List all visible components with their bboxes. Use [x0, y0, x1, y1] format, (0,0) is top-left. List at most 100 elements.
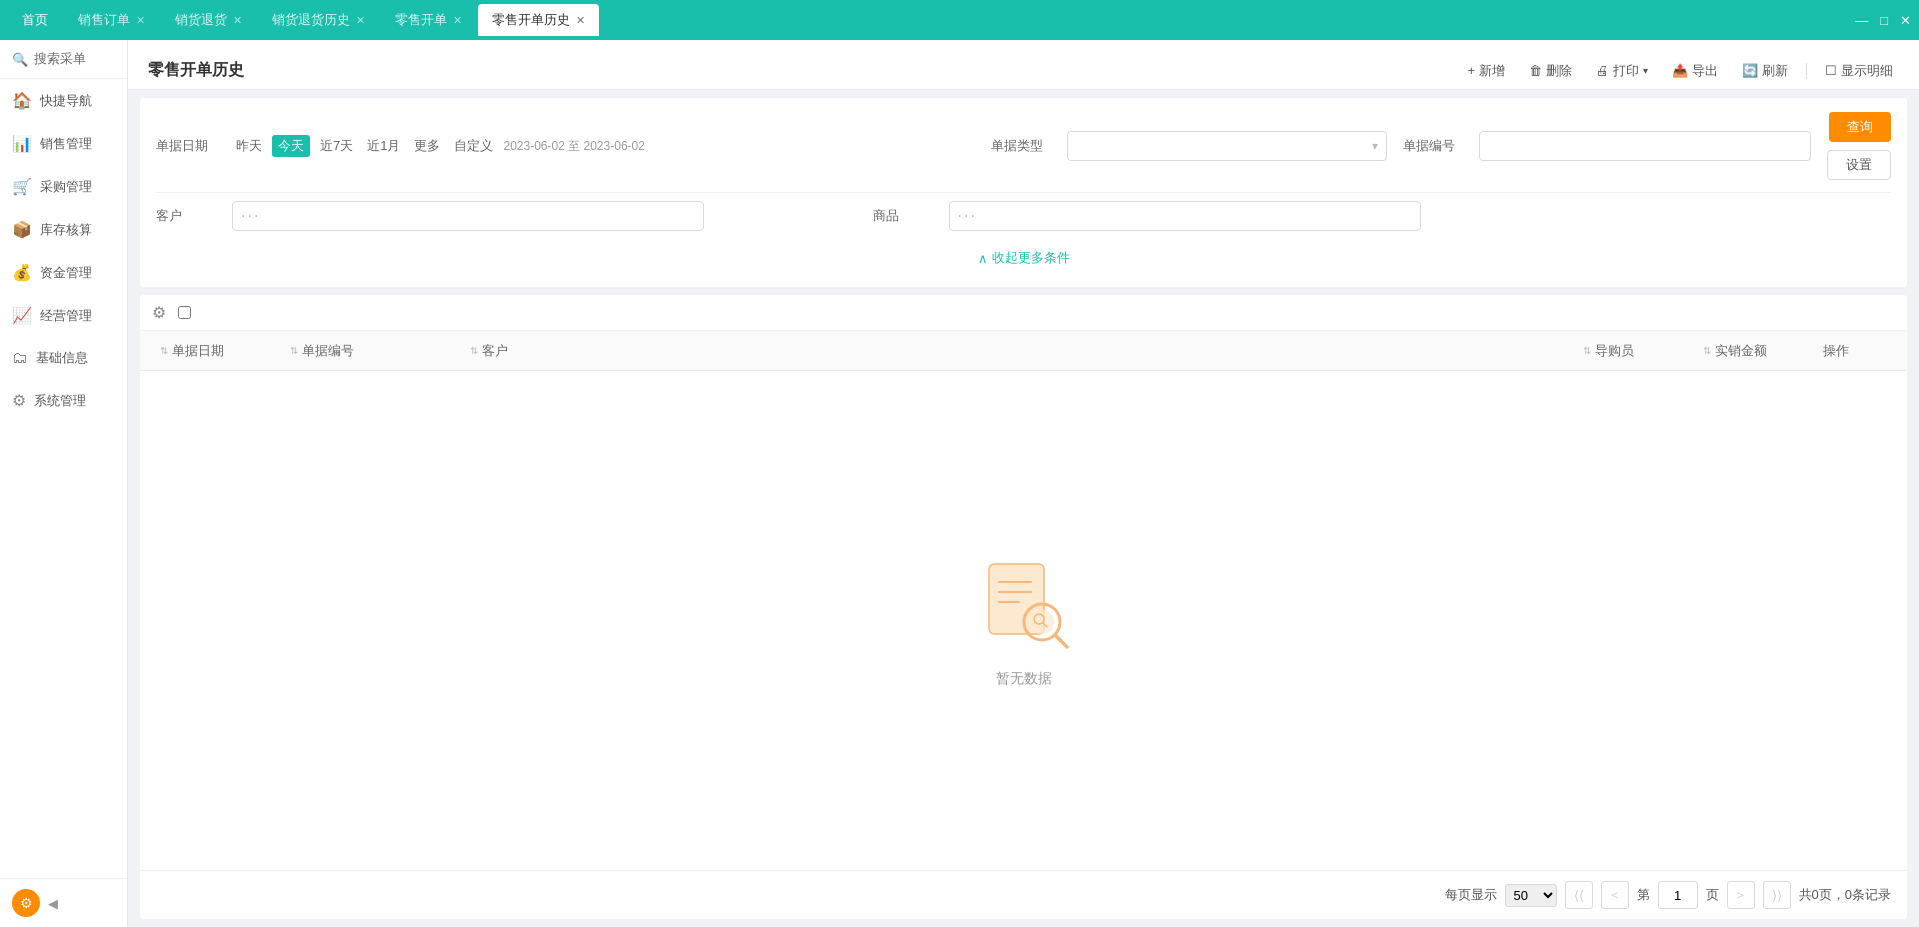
page-next-button[interactable]: ＞	[1727, 881, 1755, 909]
shortcut-more[interactable]: 更多	[410, 135, 444, 157]
export-icon: 📤	[1672, 63, 1688, 78]
window-min[interactable]: —	[1855, 13, 1868, 28]
filter-section: 单据日期 昨天 今天 近7天 近1月 更多 自定义 2023-06-02 至 2…	[140, 98, 1907, 287]
tab-sales-return-close[interactable]: ✕	[233, 14, 242, 27]
add-icon: +	[1467, 63, 1475, 78]
table-settings-icon[interactable]: ⚙	[152, 303, 166, 322]
add-label: 新增	[1479, 62, 1505, 80]
page-title: 零售开单历史	[148, 60, 244, 81]
sidebar-item-label: 快捷导航	[40, 92, 92, 110]
shortcut-yesterday[interactable]: 昨天	[232, 135, 266, 157]
product-input[interactable]: ···	[949, 201, 1421, 231]
svg-line-6	[1055, 635, 1067, 647]
print-icon: 🖨	[1596, 63, 1609, 78]
tab-home[interactable]: 首页	[8, 4, 62, 36]
select-all-checkbox[interactable]	[178, 306, 191, 319]
pagination: 每页显示 50 10 20 100 ⟨⟨ ＜ 第 页 ＞ ⟩⟩ 共0页，0条记录	[140, 870, 1907, 919]
per-page-select[interactable]: 50 10 20 100	[1505, 884, 1557, 907]
print-button[interactable]: 🖨 打印 ▾	[1590, 58, 1654, 84]
sort-icon: ⇅	[1703, 345, 1711, 356]
window-max[interactable]: □	[1880, 13, 1888, 28]
tab-sales-order[interactable]: 销售订单 ✕	[64, 4, 159, 36]
sidebar-item-inventory[interactable]: 📦 库存核算	[0, 208, 127, 251]
sidebar-bottom: ⚙ ◀	[0, 878, 127, 927]
page-number-input[interactable]	[1658, 881, 1698, 909]
action-divider	[1806, 63, 1807, 79]
table-toolbar: ⚙	[140, 295, 1907, 331]
page-actions: + 新增 🗑 删除 🖨 打印 ▾ 📤 导出 🔄	[1461, 58, 1899, 84]
th-date-label: 单据日期	[172, 342, 224, 360]
shortcut-today[interactable]: 今天	[272, 135, 310, 157]
add-button[interactable]: + 新增	[1461, 58, 1511, 84]
shortcut-last1m[interactable]: 近1月	[363, 135, 404, 157]
sidebar-collapse-button[interactable]: ◀	[48, 896, 58, 911]
page-label: 页	[1706, 886, 1719, 904]
sidebar-item-system-mgmt[interactable]: ⚙ 系统管理	[0, 379, 127, 422]
box-icon: 📦	[12, 220, 32, 239]
th-bill-no-label: 单据编号	[302, 342, 354, 360]
sort-icon: ⇅	[1583, 345, 1591, 356]
finance-icon: 💰	[12, 263, 32, 282]
gear-icon: ⚙	[20, 895, 33, 911]
query-button[interactable]: 查询	[1829, 112, 1891, 142]
th-ops: 操作	[1815, 342, 1895, 360]
sidebar-item-label: 资金管理	[40, 264, 92, 282]
sidebar-item-operation[interactable]: 📈 经营管理	[0, 294, 127, 337]
sidebar-search[interactable]: 🔍 搜索采单	[0, 40, 127, 79]
page-label-pre: 第	[1637, 886, 1650, 904]
bill-type-select[interactable]: ▾	[1067, 131, 1387, 161]
empty-text: 暂无数据	[996, 670, 1052, 688]
refresh-label: 刷新	[1762, 62, 1788, 80]
info-icon: 🗂	[12, 349, 28, 367]
print-label: 打印	[1613, 62, 1639, 80]
tab-retail-open[interactable]: 零售开单 ✕	[381, 4, 476, 36]
tab-retail-open-history[interactable]: 零售开单历史 ✕	[478, 4, 599, 36]
export-button[interactable]: 📤 导出	[1666, 58, 1724, 84]
shortcut-custom[interactable]: 自定义	[450, 135, 497, 157]
sidebar-item-label: 采购管理	[40, 178, 92, 196]
sidebar-item-purchase-mgmt[interactable]: 🛒 采购管理	[0, 165, 127, 208]
tab-sales-return-history-label: 销货退货历史	[272, 11, 350, 29]
sort-icon: ⇅	[470, 345, 478, 356]
delete-icon: 🗑	[1529, 63, 1542, 78]
sort-icon: ⇅	[290, 345, 298, 356]
sidebar-gear-button[interactable]: ⚙	[12, 889, 40, 917]
refresh-icon: 🔄	[1742, 63, 1758, 78]
sidebar-item-quick-nav[interactable]: 🏠 快捷导航	[0, 79, 127, 122]
page-first-button[interactable]: ⟨⟨	[1565, 881, 1593, 909]
sidebar-item-basic-info[interactable]: 🗂 基础信息	[0, 337, 127, 379]
shortcut-last7[interactable]: 近7天	[316, 135, 357, 157]
tab-sales-return-history-close[interactable]: ✕	[356, 14, 365, 27]
sidebar-item-sales-mgmt[interactable]: 📊 销售管理	[0, 122, 127, 165]
bill-no-input[interactable]	[1479, 131, 1811, 161]
page-last-button[interactable]: ⟩⟩	[1763, 881, 1791, 909]
bill-type-arrow-icon: ▾	[1372, 139, 1378, 153]
product-dots: ···	[958, 207, 977, 225]
page-prev-button[interactable]: ＜	[1601, 881, 1629, 909]
collapse-filter-button[interactable]: ∧ 收起更多条件	[156, 243, 1891, 273]
refresh-button[interactable]: 🔄 刷新	[1736, 58, 1794, 84]
tab-sales-return-history[interactable]: 销货退货历史 ✕	[258, 4, 379, 36]
sidebar-item-finance[interactable]: 💰 资金管理	[0, 251, 127, 294]
sidebar-item-label: 经营管理	[40, 307, 92, 325]
print-arrow-icon: ▾	[1643, 65, 1648, 76]
settings-button[interactable]: 设置	[1827, 150, 1891, 180]
tab-sales-order-close[interactable]: ✕	[136, 14, 145, 27]
th-ops-label: 操作	[1823, 342, 1849, 360]
customer-input[interactable]: ···	[232, 201, 704, 231]
tab-retail-open-history-close[interactable]: ✕	[576, 14, 585, 27]
chevron-up-icon: ∧	[978, 251, 988, 266]
display-detail-button[interactable]: ☐ 显示明细	[1819, 58, 1899, 84]
tab-sales-return[interactable]: 销货退货 ✕	[161, 4, 256, 36]
tab-sales-order-label: 销售订单	[78, 11, 130, 29]
th-bill-no: ⇅ 单据编号	[282, 342, 462, 360]
sidebar-item-label: 系统管理	[34, 392, 86, 410]
window-close[interactable]: ✕	[1900, 13, 1911, 28]
tab-retail-open-history-label: 零售开单历史	[492, 11, 570, 29]
bill-type-label: 单据类型	[991, 137, 1051, 155]
th-guide: ⇅ 导购员	[1575, 342, 1695, 360]
th-customer-label: 客户	[482, 342, 508, 360]
tab-retail-open-close[interactable]: ✕	[453, 14, 462, 27]
search-icon: 🔍	[12, 52, 28, 67]
delete-button[interactable]: 🗑 删除	[1523, 58, 1578, 84]
